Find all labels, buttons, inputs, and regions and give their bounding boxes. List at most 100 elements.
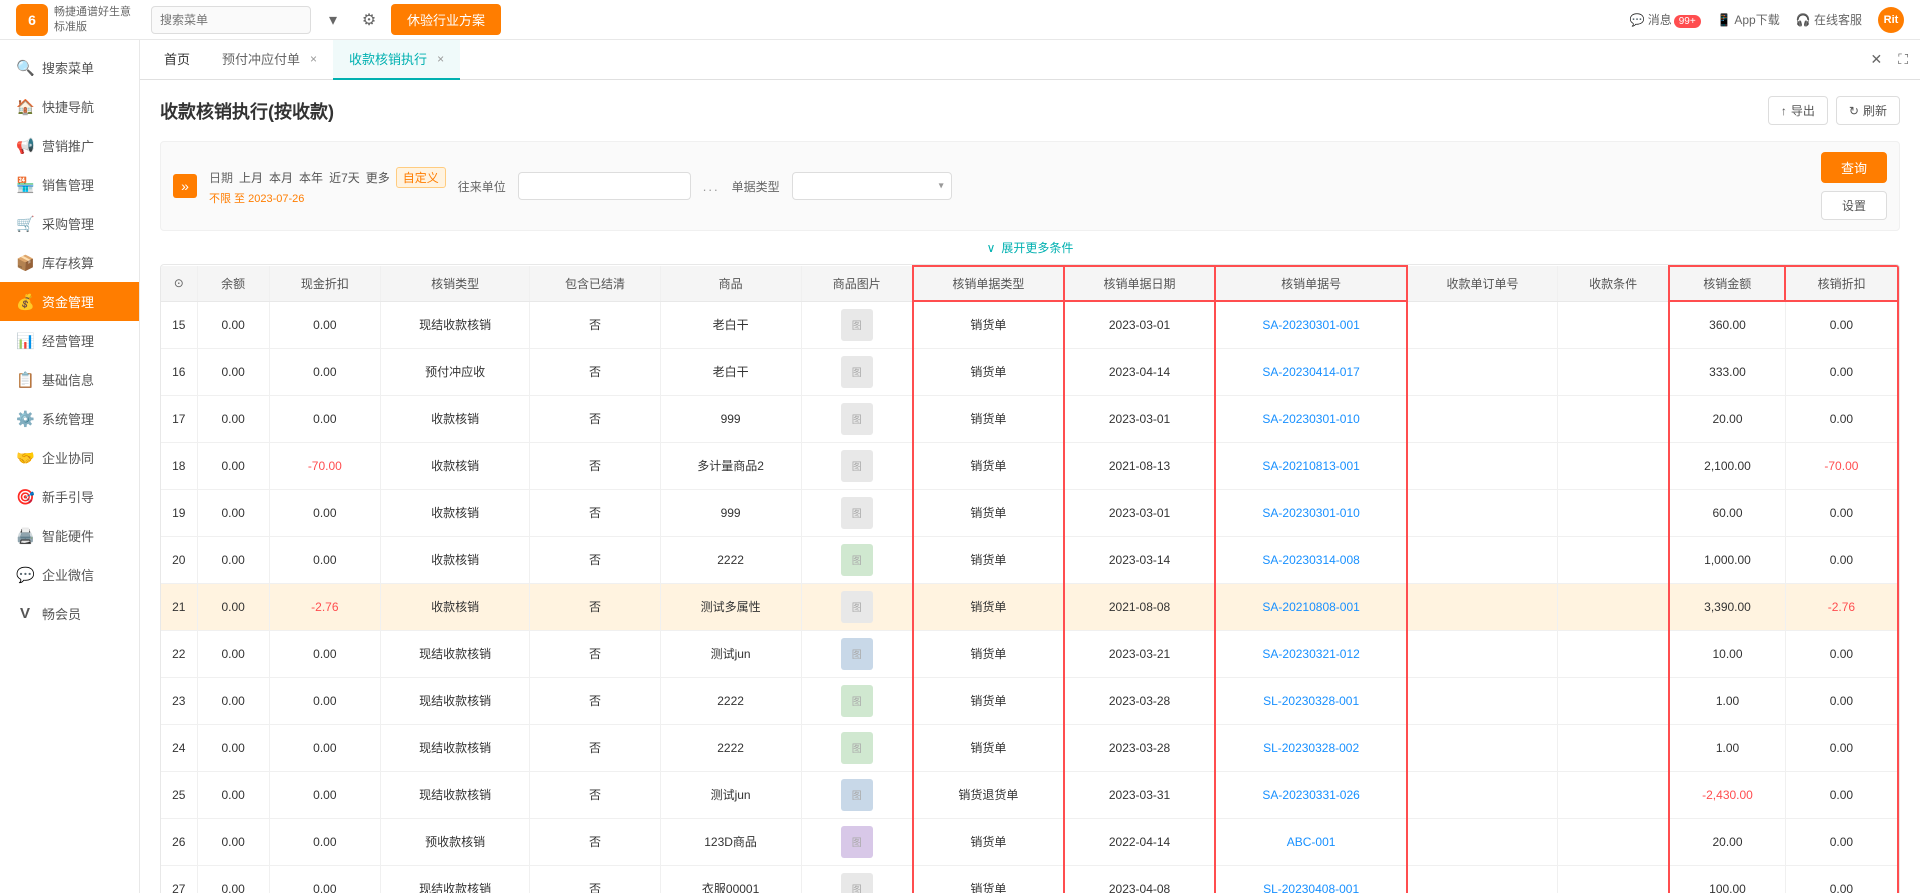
dropdown-btn[interactable]: ▾ [319, 6, 347, 34]
cell-cancel-doc-no[interactable]: SA-20210808-001 [1215, 583, 1407, 630]
cell-receipt-condition [1557, 724, 1669, 771]
date-more[interactable]: 更多 [366, 169, 390, 186]
cell-balance: 0.00 [197, 489, 269, 536]
sidebar-item-system[interactable]: ⚙️ 系统管理 [0, 399, 139, 438]
cell-cancel-doc-no[interactable]: SA-20210813-001 [1215, 442, 1407, 489]
gear-btn[interactable]: ⚙ [355, 6, 383, 34]
cell-cancel-doc-no[interactable]: ABC-001 [1215, 818, 1407, 865]
cell-cancel-doc-no[interactable]: SA-20230314-008 [1215, 536, 1407, 583]
th-product: 商品 [660, 266, 801, 301]
app-download-link[interactable]: 📱 App下载 [1717, 11, 1780, 28]
cell-cancel-doc-no[interactable]: SA-20230301-010 [1215, 489, 1407, 536]
filter-settings-btn[interactable]: 设置 [1821, 191, 1887, 220]
cell-product-img: 图 [801, 348, 913, 395]
expand-more-label: 展开更多条件 [1001, 239, 1073, 256]
cell-cancel-doc-no[interactable]: SA-20230301-010 [1215, 395, 1407, 442]
cell-cancel-doc-no[interactable]: SA-20230301-001 [1215, 301, 1407, 348]
tab-prepay[interactable]: 预付冲应付单 × [206, 40, 333, 80]
sidebar-item-base[interactable]: 📋 基础信息 [0, 360, 139, 399]
cell-idx: 16 [161, 348, 197, 395]
cell-receipt-order-no [1407, 724, 1557, 771]
content-area: 首页 预付冲应付单 × 收款核销执行 × ✕ ⛶ 收款核销执行(按收款) [140, 40, 1920, 893]
app-logo: 6 畅捷通谱好生意 标准版 [16, 4, 131, 36]
th-settings[interactable]: ⊙ [161, 266, 197, 301]
date-7days[interactable]: 近7天 [329, 169, 360, 186]
sidebar-item-newbie[interactable]: 🎯 新手引导 [0, 477, 139, 516]
cell-product: 999 [660, 489, 801, 536]
th-cancel-type: 核销类型 [380, 266, 530, 301]
tab-prepay-close[interactable]: × [310, 52, 317, 66]
tabs-right-controls: ✕ ⛶ [1866, 47, 1912, 72]
sidebar-item-smart-hw[interactable]: 🖨️ 智能硬件 [0, 516, 139, 555]
sidebar-item-sales[interactable]: 🏪 销售管理 [0, 165, 139, 204]
sidebar-item-enterprise[interactable]: 🤝 企业协同 [0, 438, 139, 477]
date-last-month[interactable]: 上月 [239, 169, 263, 186]
cell-product-img: 图 [801, 818, 913, 865]
cell-cancel-type: 现结收款核销 [380, 301, 530, 348]
sidebar-item-wechat[interactable]: 💬 企业微信 [0, 555, 139, 594]
sidebar-item-operations[interactable]: 📊 经营管理 [0, 321, 139, 360]
sidebar-label-system: 系统管理 [42, 409, 94, 428]
date-this-month[interactable]: 本月 [269, 169, 293, 186]
online-service-link[interactable]: 🎧 在线客服 [1796, 11, 1862, 28]
cell-cancel-doc-type: 销货单 [913, 536, 1064, 583]
date-custom[interactable]: 自定义 [396, 167, 446, 188]
cell-cancel-doc-no[interactable]: SL-20230408-001 [1215, 865, 1407, 893]
sidebar-item-marketing[interactable]: 📢 营销推广 [0, 126, 139, 165]
cell-idx: 27 [161, 865, 197, 893]
cell-cancel-type: 现结收款核销 [380, 677, 530, 724]
sidebar-item-purchase[interactable]: 🛒 采购管理 [0, 204, 139, 243]
cell-receipt-condition [1557, 442, 1669, 489]
sidebar-label-inventory: 库存核算 [42, 253, 94, 272]
sidebar-label-sales: 销售管理 [42, 175, 94, 194]
table-row: 19 0.00 0.00 收款核销 否 999 图 销货单 2023-03-01… [161, 489, 1898, 536]
cell-cancel-doc-no[interactable]: SA-20230414-017 [1215, 348, 1407, 395]
th-balance: 余额 [197, 266, 269, 301]
refresh-btn[interactable]: ↻ 刷新 [1836, 96, 1900, 125]
cell-product-img: 图 [801, 771, 913, 818]
doc-type-select[interactable] [792, 172, 952, 200]
system-icon: ⚙️ [16, 410, 34, 428]
source-unit-input[interactable] [518, 172, 691, 200]
export-btn[interactable]: ↑ 导出 [1768, 96, 1828, 125]
msg-icon[interactable]: 💬 消息99+ [1629, 11, 1700, 28]
cell-includes-settled: 否 [530, 630, 660, 677]
tab-home[interactable]: 首页 [148, 40, 206, 80]
wechat-icon: 💬 [16, 566, 34, 584]
cell-receipt-condition [1557, 583, 1669, 630]
cell-includes-settled: 否 [530, 536, 660, 583]
date-this-year[interactable]: 本年 [299, 169, 323, 186]
industry-btn[interactable]: 休验行业方案 [391, 4, 501, 35]
sidebar-item-member[interactable]: V 畅会员 [0, 594, 139, 633]
cell-cancel-doc-no[interactable]: SA-20230331-026 [1215, 771, 1407, 818]
close-tab-btn[interactable]: ✕ [1866, 47, 1886, 72]
search-input[interactable] [151, 6, 311, 34]
top-bar-left: 6 畅捷通谱好生意 标准版 ▾ ⚙ 休验行业方案 [16, 4, 1617, 36]
fullscreen-btn[interactable]: ⛶ [1894, 47, 1912, 72]
filter-expand-btn[interactable]: » [173, 174, 197, 198]
cell-cancel-doc-no[interactable]: SL-20230328-002 [1215, 724, 1407, 771]
expand-more-conditions[interactable]: ∨ 展开更多条件 [160, 239, 1900, 256]
cell-receipt-order-no [1407, 301, 1557, 348]
cell-cancel-doc-no[interactable]: SL-20230328-001 [1215, 677, 1407, 724]
avatar[interactable]: Rit [1878, 7, 1904, 33]
cell-includes-settled: 否 [530, 348, 660, 395]
cell-receipt-condition [1557, 489, 1669, 536]
cell-product-img: 图 [801, 724, 913, 771]
sidebar-item-quick-nav[interactable]: 🏠 快捷导航 [0, 87, 139, 126]
cell-cancel-type: 现结收款核销 [380, 865, 530, 893]
cell-cancel-doc-type: 销货单 [913, 818, 1064, 865]
th-cash-discount: 现金折扣 [269, 266, 380, 301]
tab-collection[interactable]: 收款核销执行 × [333, 40, 460, 80]
tab-collection-close[interactable]: × [437, 52, 444, 66]
sidebar-item-inventory[interactable]: 📦 库存核算 [0, 243, 139, 282]
cell-receipt-order-no [1407, 818, 1557, 865]
sidebar-label-marketing: 营销推广 [42, 136, 94, 155]
tab-prepay-label: 预付冲应付单 [222, 49, 300, 68]
cell-cancel-doc-date: 2021-08-08 [1064, 583, 1215, 630]
cell-cancel-doc-date: 2023-03-21 [1064, 630, 1215, 677]
sidebar-item-search[interactable]: 🔍 搜索菜单 [0, 48, 139, 87]
sidebar-item-finance[interactable]: 💰 资金管理 [0, 282, 139, 321]
cell-cancel-doc-no[interactable]: SA-20230321-012 [1215, 630, 1407, 677]
query-btn[interactable]: 查询 [1821, 152, 1887, 183]
